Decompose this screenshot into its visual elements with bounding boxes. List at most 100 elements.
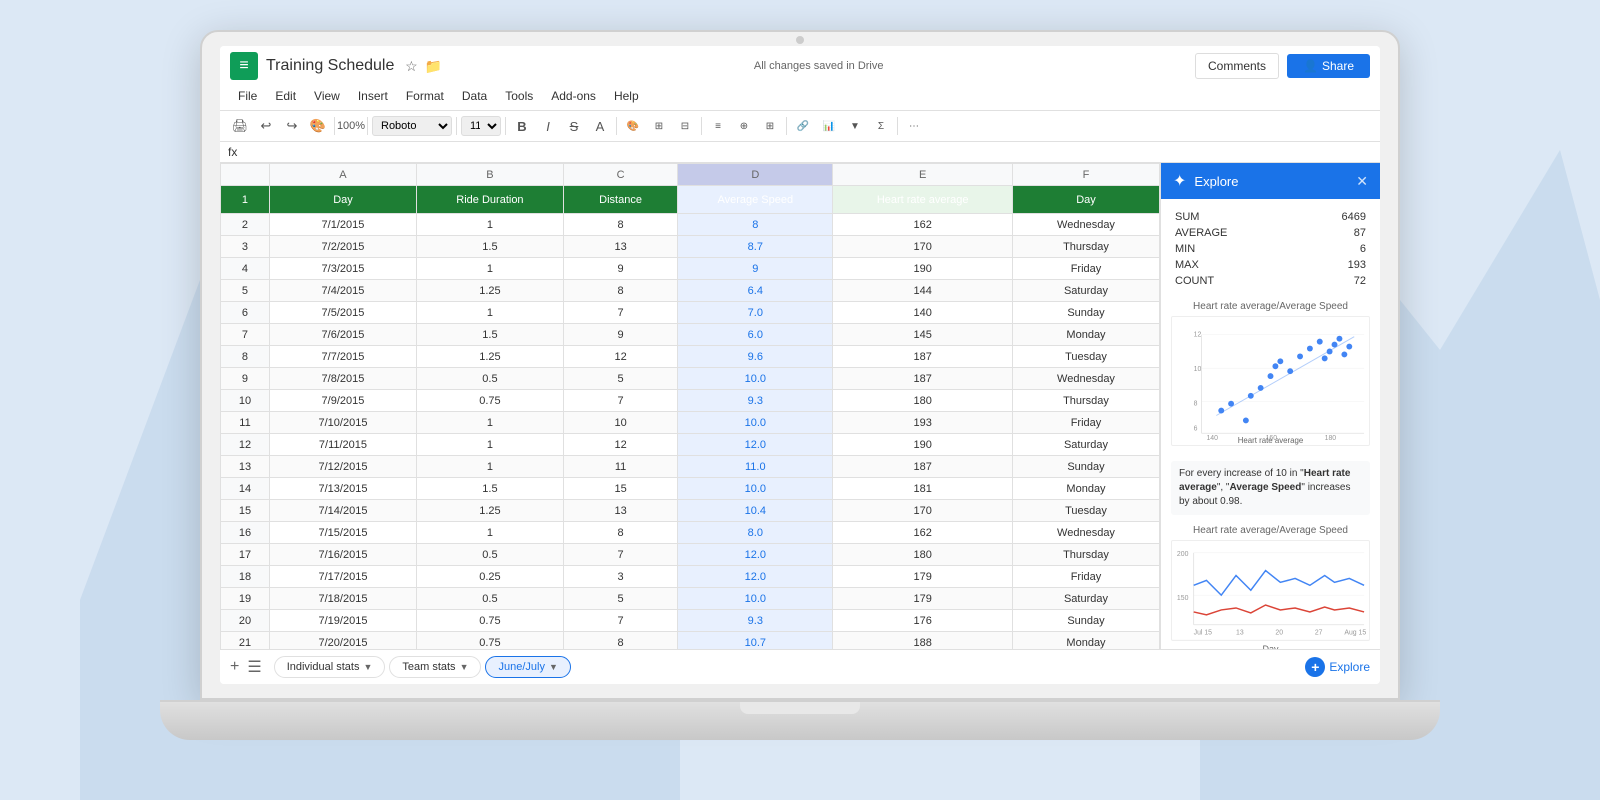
cell-distance[interactable]: 11 xyxy=(563,456,677,478)
cell-weekday[interactable]: Sunday xyxy=(1012,302,1159,324)
add-sheet-button[interactable]: + xyxy=(230,658,239,676)
cell-heart-rate[interactable]: 162 xyxy=(833,522,1013,544)
cell-duration[interactable]: 0.75 xyxy=(416,390,563,412)
cell-date[interactable]: 7/18/2015 xyxy=(269,588,416,610)
cell-avg-speed[interactable]: 10.0 xyxy=(678,588,833,610)
cell-duration[interactable]: 1.5 xyxy=(416,478,563,500)
cell-distance[interactable]: 7 xyxy=(563,610,677,632)
tab-individual-stats[interactable]: Individual stats ▼ xyxy=(274,656,386,678)
cell-distance[interactable]: 15 xyxy=(563,478,677,500)
cell-duration[interactable]: 0.75 xyxy=(416,632,563,650)
cell-distance[interactable]: 8 xyxy=(563,522,677,544)
cell-distance[interactable]: 7 xyxy=(563,544,677,566)
cell-distance[interactable]: 9 xyxy=(563,324,677,346)
col-header-D[interactable]: D xyxy=(678,164,833,186)
merge-button[interactable]: ⊟ xyxy=(673,114,697,138)
zoom-button[interactable]: 100% xyxy=(339,114,363,138)
cell-avg-speed[interactable]: 12.0 xyxy=(678,544,833,566)
cell-duration[interactable]: 1 xyxy=(416,412,563,434)
cell-distance[interactable]: 13 xyxy=(563,236,677,258)
cell-heart-rate[interactable]: 162 xyxy=(833,214,1013,236)
menu-tools[interactable]: Tools xyxy=(497,86,541,106)
col-header-F[interactable]: F xyxy=(1012,164,1159,186)
cell-distance[interactable]: 7 xyxy=(563,302,677,324)
cell-avg-speed[interactable]: 8 xyxy=(678,214,833,236)
cell-heart-rate[interactable]: 190 xyxy=(833,258,1013,280)
cell-heart-rate[interactable]: 188 xyxy=(833,632,1013,650)
cell-distance[interactable]: 13 xyxy=(563,500,677,522)
paint-format-button[interactable]: 🎨 xyxy=(306,114,330,138)
cell-avg-speed[interactable]: 6.0 xyxy=(678,324,833,346)
cell-duration[interactable]: 1.5 xyxy=(416,324,563,346)
col-header-C[interactable]: C xyxy=(563,164,677,186)
comments-button[interactable]: Comments xyxy=(1195,53,1279,79)
cell-heart-rate[interactable]: 190 xyxy=(833,434,1013,456)
cell-duration[interactable]: 1.25 xyxy=(416,280,563,302)
cell-date[interactable]: 7/16/2015 xyxy=(269,544,416,566)
cell-date[interactable]: 7/5/2015 xyxy=(269,302,416,324)
cell-avg-speed[interactable]: 9.3 xyxy=(678,390,833,412)
explore-close-button[interactable]: ✕ xyxy=(1356,173,1368,190)
font-size-selector[interactable]: 11 xyxy=(461,116,501,136)
cell-date[interactable]: 7/3/2015 xyxy=(269,258,416,280)
cell-heart-rate[interactable]: 170 xyxy=(833,236,1013,258)
cell-date[interactable]: 7/11/2015 xyxy=(269,434,416,456)
cell-duration[interactable]: 1 xyxy=(416,434,563,456)
cell-weekday[interactable]: Friday xyxy=(1012,412,1159,434)
font-selector[interactable]: Roboto xyxy=(372,116,452,136)
cell-weekday[interactable]: Monday xyxy=(1012,632,1159,650)
cell-date[interactable]: 7/19/2015 xyxy=(269,610,416,632)
cell-weekday[interactable]: Wednesday xyxy=(1012,368,1159,390)
menu-format[interactable]: Format xyxy=(398,86,452,106)
cell-distance[interactable]: 12 xyxy=(563,434,677,456)
cell-avg-speed[interactable]: 9 xyxy=(678,258,833,280)
cell-heart-rate[interactable]: 170 xyxy=(833,500,1013,522)
cell-date[interactable]: 7/15/2015 xyxy=(269,522,416,544)
cell-distance[interactable]: 8 xyxy=(563,214,677,236)
cell-weekday[interactable]: Saturday xyxy=(1012,588,1159,610)
cell-weekday[interactable]: Sunday xyxy=(1012,456,1159,478)
cell-heart-rate[interactable]: 187 xyxy=(833,456,1013,478)
cell-date[interactable]: 7/6/2015 xyxy=(269,324,416,346)
cell-heart-rate[interactable]: 187 xyxy=(833,346,1013,368)
cell-weekday[interactable]: Tuesday xyxy=(1012,346,1159,368)
redo-button[interactable]: ↪ xyxy=(280,114,304,138)
cell-heart-rate[interactable]: 179 xyxy=(833,588,1013,610)
cell-avg-speed[interactable]: 12.0 xyxy=(678,434,833,456)
cell-distance[interactable]: 10 xyxy=(563,412,677,434)
cell-duration[interactable]: 1 xyxy=(416,456,563,478)
cell-heart-rate[interactable]: 180 xyxy=(833,390,1013,412)
cell-duration[interactable]: 1.25 xyxy=(416,500,563,522)
cell-weekday[interactable]: Monday xyxy=(1012,478,1159,500)
link-button[interactable]: 🔗 xyxy=(791,114,815,138)
cell-date[interactable]: 7/1/2015 xyxy=(269,214,416,236)
cell-weekday[interactable]: Wednesday xyxy=(1012,522,1159,544)
cell-heart-rate[interactable]: 179 xyxy=(833,566,1013,588)
cell-weekday[interactable]: Wednesday xyxy=(1012,214,1159,236)
cell-heart-rate[interactable]: 187 xyxy=(833,368,1013,390)
chart-button[interactable]: 📊 xyxy=(817,114,841,138)
color-button[interactable]: A xyxy=(588,114,612,138)
cell-avg-speed[interactable]: 6.4 xyxy=(678,280,833,302)
cell-distance[interactable]: 7 xyxy=(563,390,677,412)
formula-input[interactable]: Average Speed xyxy=(266,145,1372,159)
cell-avg-speed[interactable]: 8.7 xyxy=(678,236,833,258)
cell-heart-rate[interactable]: 145 xyxy=(833,324,1013,346)
cell-avg-speed[interactable]: 9.3 xyxy=(678,610,833,632)
cell-duration[interactable]: 1 xyxy=(416,522,563,544)
cell-date[interactable]: 7/4/2015 xyxy=(269,280,416,302)
sheet-menu-button[interactable]: ☰ xyxy=(247,657,261,677)
cell-avg-speed[interactable]: 7.0 xyxy=(678,302,833,324)
menu-help[interactable]: Help xyxy=(606,86,647,106)
cell-weekday[interactable]: Tuesday xyxy=(1012,500,1159,522)
col-header-B[interactable]: B xyxy=(416,164,563,186)
cell-duration[interactable]: 0.25 xyxy=(416,566,563,588)
cell-avg-speed[interactable]: 9.6 xyxy=(678,346,833,368)
cell-distance[interactable]: 5 xyxy=(563,368,677,390)
cell-heart-rate[interactable]: 144 xyxy=(833,280,1013,302)
cell-duration[interactable]: 0.5 xyxy=(416,368,563,390)
cell-duration[interactable]: 1 xyxy=(416,258,563,280)
cell-avg-speed[interactable]: 10.7 xyxy=(678,632,833,650)
cell-distance[interactable]: 9 xyxy=(563,258,677,280)
cell-date[interactable]: 7/8/2015 xyxy=(269,368,416,390)
